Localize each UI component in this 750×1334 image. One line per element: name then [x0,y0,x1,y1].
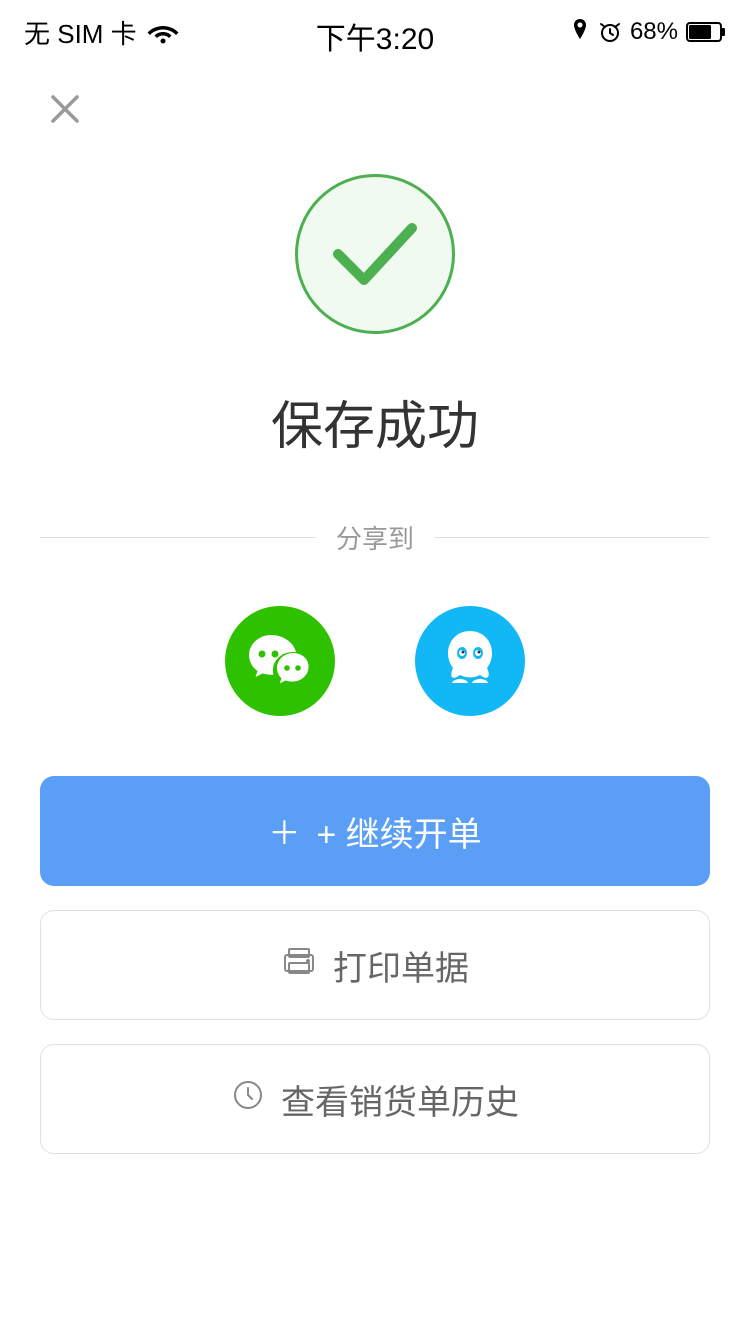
qq-icon [440,627,500,695]
location-icon [570,19,590,45]
status-bar: 无 SIM 卡 下午3:20 68% [0,0,750,64]
divider-left [40,537,316,538]
close-button[interactable] [40,84,90,134]
print-button[interactable]: 打印单据 [40,910,710,1020]
qq-share-button[interactable] [415,606,525,716]
main-content: 保存成功 分享到 [0,64,750,1154]
continue-icon: ＋ [268,808,300,854]
status-time: 下午3:20 [316,14,434,58]
success-section: 保存成功 分享到 [40,174,710,1154]
print-icon [281,945,317,986]
success-circle [295,174,455,334]
status-left: 无 SIM 卡 [24,14,179,51]
wechat-icon [247,631,313,691]
battery-label: 68% [630,18,678,46]
checkmark-icon [330,218,420,290]
divider-right [434,537,710,538]
continue-button[interactable]: ＋ + 继续开单 [40,776,710,886]
share-section: 分享到 [40,519,710,716]
share-label: 分享到 [336,519,414,556]
continue-label: + 继续开单 [316,807,481,856]
battery-icon [686,21,726,43]
history-button[interactable]: 查看销货单历史 [40,1044,710,1154]
share-icons [225,606,525,716]
status-right: 68% [570,18,726,46]
action-buttons: ＋ + 继续开单 打印单据 [40,776,710,1154]
alarm-icon [598,19,622,45]
wechat-share-button[interactable] [225,606,335,716]
share-divider: 分享到 [40,519,710,556]
wifi-icon [147,20,179,44]
print-label: 打印单据 [333,941,469,990]
history-label: 查看销货单历史 [281,1075,519,1124]
success-title: 保存成功 [271,384,479,459]
history-icon [231,1078,265,1121]
sim-label: 无 SIM 卡 [24,14,137,51]
